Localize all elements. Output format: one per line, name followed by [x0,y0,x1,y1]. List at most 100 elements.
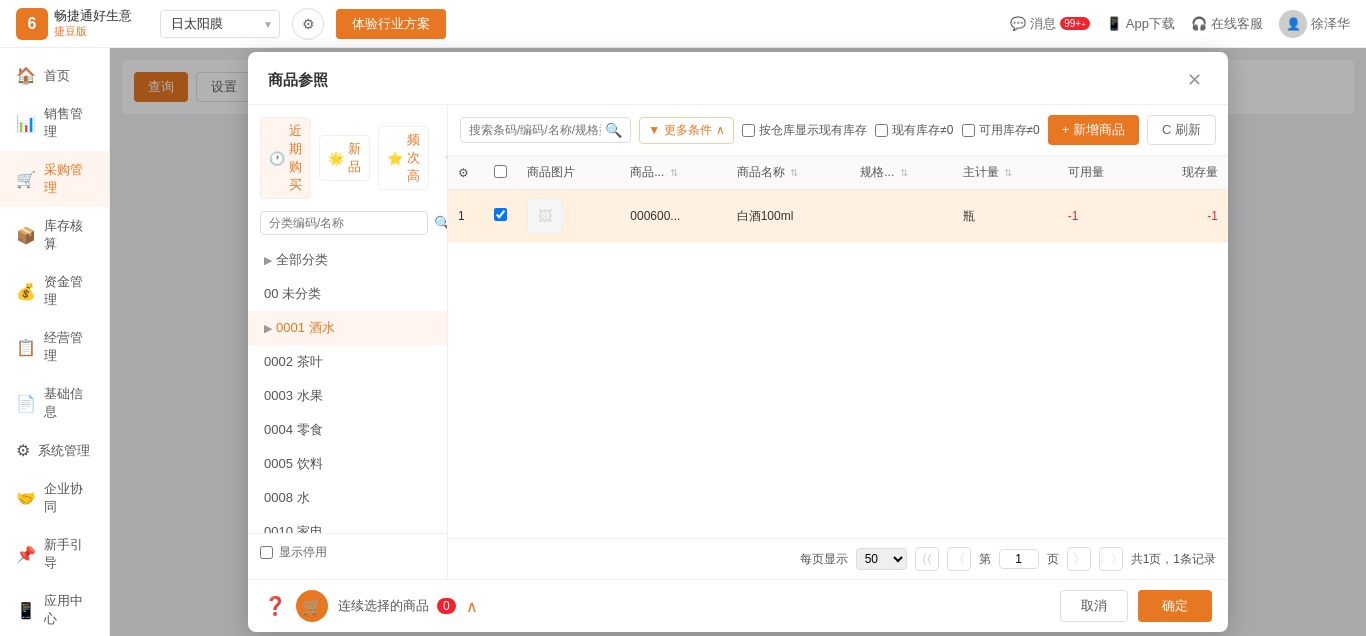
sidebar: 🏠 首页 📊 销售管理 🛒 采购管理 📦 库存核算 💰 资金管理 📋 经营管理 … [0,48,110,636]
filter-stock-checkbox[interactable] [875,124,888,137]
last-page-btn[interactable]: 〉〉 [1099,547,1123,571]
cat-label-0004: 0004 零食 [264,421,323,439]
cat-item-0002[interactable]: 0002 茶叶 [248,345,447,379]
filter-available-label: 可用库存≠0 [962,122,1040,139]
cart-icon-wrap[interactable]: 🛒 [296,590,328,622]
modal-body: 🕐 近期购买 🌟 新品 ⭐ 频次高 《 [248,105,1228,579]
footer-collapse-btn[interactable]: ∧ [466,597,478,616]
sidebar-item-finance[interactable]: 💰 资金管理 [0,263,109,319]
row-available: -1 [1058,190,1143,243]
sidebar-item-operations[interactable]: 📋 经营管理 [0,319,109,375]
cat-item-0004[interactable]: 0004 零食 [248,413,447,447]
cat-search-input[interactable] [260,211,428,235]
cat-label-0008: 0008 水 [264,489,310,507]
app-download-nav-item[interactable]: 📱 App下载 [1106,15,1175,33]
user-profile-item[interactable]: 👤 徐泽华 [1279,10,1350,38]
toolbar-actions: + 新增商品 C 刷新 [1048,115,1216,145]
col-checkbox [484,156,517,190]
store-selector[interactable]: 日太阳膜 ▼ [160,10,280,38]
top-nav: 6 畅捷通好生意 捷豆版 日太阳膜 ▼ ⚙ 体验行业方案 💬 消息 99++ 📱… [0,0,1366,48]
prev-page-btn[interactable]: 〈 [947,547,971,571]
sidebar-item-guide[interactable]: 📌 新手引导 [0,526,109,582]
cat-item-0001[interactable]: ▶ 0001 酒水 [248,311,447,345]
new-product-tab[interactable]: 🌟 新品 [319,135,370,181]
row-checkbox[interactable] [494,208,507,221]
first-page-btn[interactable]: ⟨⟨ [915,547,939,571]
cat-arrow-0001: ▶ [264,322,272,335]
logo-text-block: 畅捷通好生意 捷豆版 [54,8,132,39]
confirm-button[interactable]: 确定 [1138,590,1212,622]
cat-search-icon[interactable]: 🔍 [434,215,448,231]
show-disabled-checkbox[interactable] [260,546,273,559]
customer-service-nav-item[interactable]: 🎧 在线客服 [1191,15,1263,33]
refresh-product-button[interactable]: C 刷新 [1147,115,1216,145]
new-label: 新品 [348,140,361,176]
freq-label: 频次高 [407,131,420,185]
next-page-btn[interactable]: 〉 [1067,547,1091,571]
page-size-select[interactable]: 50 10 20 100 [856,548,907,570]
filter-stock-label: 现有库存≠0 [875,122,953,139]
show-disabled-row: 显示停用 [248,533,447,571]
category-panel: 🕐 近期购买 🌟 新品 ⭐ 频次高 《 [248,105,448,579]
add-product-button[interactable]: + 新增商品 [1048,115,1139,145]
cancel-button[interactable]: 取消 [1060,590,1128,622]
sort-spec-icon: ⇅ [900,167,908,178]
cat-item-0010[interactable]: 0010 家电 [248,515,447,533]
col-unit[interactable]: 主计量 ⇅ [953,156,1058,190]
trial-button[interactable]: 体验行业方案 [336,9,446,39]
sort-code-icon: ⇅ [670,167,678,178]
sidebar-item-collab[interactable]: 🤝 企业协同 [0,470,109,526]
table-row[interactable]: 1 🖼 [448,190,1228,243]
page-number-input[interactable] [999,549,1039,569]
recent-purchase-tab[interactable]: 🕐 近期购买 [260,117,311,199]
sidebar-item-basic-info[interactable]: 📄 基础信息 [0,375,109,431]
page-unit: 页 [1047,551,1059,568]
cat-label-all: 全部分类 [276,251,328,269]
sidebar-item-apps[interactable]: 📱 应用中心 [0,582,109,636]
row-checkbox-cell [484,190,517,243]
cat-item-0008[interactable]: 0008 水 [248,481,447,515]
image-placeholder-icon: 🖼 [538,208,552,224]
messages-nav-item[interactable]: 💬 消息 99++ [1010,15,1090,33]
col-code[interactable]: 商品... ⇅ [620,156,726,190]
sidebar-item-system[interactable]: ⚙ 系统管理 [0,431,109,470]
collapse-cat-btn[interactable]: 《 [437,148,448,169]
sidebar-item-inventory[interactable]: 📦 库存核算 [0,207,109,263]
row-no: 1 [448,190,484,243]
col-spec[interactable]: 规格... ⇅ [850,156,952,190]
content-area: 查询 设置 刷新 商品参照 ✕ [110,48,1366,636]
sidebar-label-sales: 销售管理 [44,105,93,141]
filter-available-checkbox[interactable] [962,124,975,137]
cat-item-all[interactable]: ▶ 全部分类 [248,243,447,277]
product-search-icon[interactable]: 🔍 [605,122,622,138]
more-filter-btn[interactable]: ▼ 更多条件 ∧ [639,117,734,144]
cat-search-area: 🔍 [248,207,447,243]
settings-col-icon[interactable]: ⚙ [458,166,469,180]
help-icon[interactable]: ❓ [264,595,286,617]
sidebar-label-finance: 资金管理 [44,273,93,309]
select-all-checkbox[interactable] [494,165,507,178]
product-search-input[interactable] [469,123,601,137]
col-settings: ⚙ [448,156,484,190]
selected-count-badge: 0 [437,598,456,614]
cat-label-0003: 0003 水果 [264,387,323,405]
sidebar-label-apps: 应用中心 [44,592,93,628]
row-name: 白酒100ml [727,190,851,243]
settings-icon-btn[interactable]: ⚙ [292,8,324,40]
modal-close-button[interactable]: ✕ [1180,66,1208,94]
filter-icon: ▼ [648,123,660,137]
sidebar-item-sales[interactable]: 📊 销售管理 [0,95,109,151]
cat-item-0003[interactable]: 0003 水果 [248,379,447,413]
sidebar-item-purchase[interactable]: 🛒 采购管理 [0,151,109,207]
col-name[interactable]: 商品名称 ⇅ [727,156,851,190]
avatar: 👤 [1279,10,1307,38]
product-thumbnail: 🖼 [527,198,563,234]
modal-header: 商品参照 ✕ [248,52,1228,105]
apps-icon: 📱 [16,601,36,620]
frequent-tab[interactable]: ⭐ 频次高 [378,126,429,190]
cat-item-00[interactable]: 00 未分类 [248,277,447,311]
recent-icon: 🕐 [269,151,285,166]
sidebar-item-home[interactable]: 🏠 首页 [0,56,109,95]
cat-item-0005[interactable]: 0005 饮料 [248,447,447,481]
filter-warehouse-checkbox[interactable] [742,124,755,137]
